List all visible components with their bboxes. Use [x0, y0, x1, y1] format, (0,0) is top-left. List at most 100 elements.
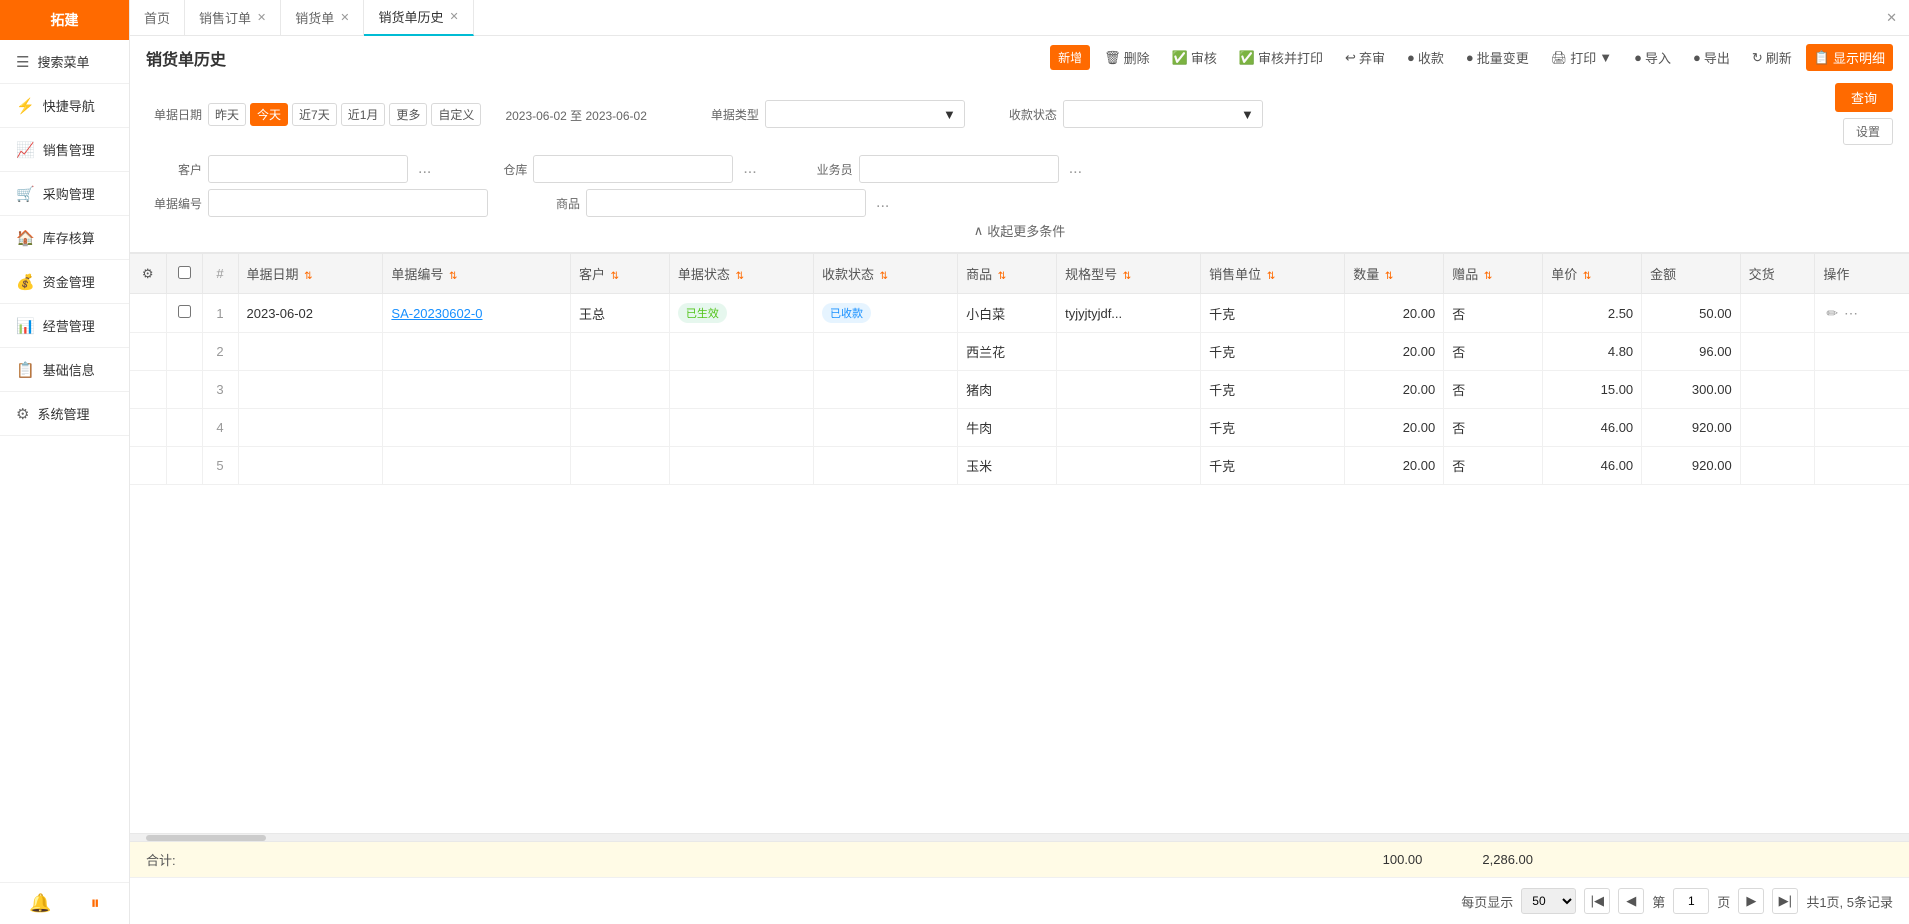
customer-input[interactable] [208, 155, 408, 183]
receive-icon: ● [1407, 50, 1415, 65]
page-last-button[interactable]: ▶| [1772, 888, 1798, 914]
page-next-button[interactable]: ▶ [1738, 888, 1764, 914]
sidebar-item-purchase-mgmt[interactable]: 🛒 采购管理 [0, 172, 129, 216]
th-spec[interactable]: 规格型号 ⇅ [1057, 254, 1201, 294]
table-row: 2 西兰花 千克 20.00 否 4.80 96.00 [130, 333, 1909, 371]
th-doc-status[interactable]: 单据状态 ⇅ [669, 254, 813, 294]
td-gift: 否 [1444, 371, 1543, 409]
td-transaction [1740, 333, 1815, 371]
date-btn-today[interactable]: 今天 [250, 103, 288, 126]
th-unit[interactable]: 销售单位 ⇅ [1201, 254, 1345, 294]
abandon-button[interactable]: ↩ 弃审 [1337, 44, 1393, 71]
td-pay-status [814, 447, 958, 485]
td-transaction [1740, 409, 1815, 447]
sidebar-item-search-menu[interactable]: ☰ 搜索菜单 [0, 40, 129, 84]
td-check[interactable] [166, 447, 202, 485]
doc-status-badge: 已生效 [678, 303, 727, 323]
td-gift: 否 [1444, 333, 1543, 371]
payment-status-select[interactable]: ▼ [1063, 100, 1263, 128]
doc-no-input[interactable] [208, 189, 488, 217]
th-gear[interactable]: ⚙ [130, 254, 166, 294]
td-qty: 20.00 [1345, 409, 1444, 447]
goods-input[interactable] [586, 189, 866, 217]
sidebar-item-finance[interactable]: 💰 资金管理 [0, 260, 129, 304]
sidebar-item-operations[interactable]: 📊 经营管理 [0, 304, 129, 348]
tab-sales-delivery[interactable]: 销货单 ✕ [281, 0, 364, 36]
print-button[interactable]: 🖨 打印 ▼ [1543, 44, 1620, 71]
th-qty[interactable]: 数量 ⇅ [1345, 254, 1444, 294]
td-check[interactable] [166, 371, 202, 409]
tab-close-sales-delivery[interactable]: ✕ [340, 11, 349, 24]
th-doc-no[interactable]: 单据编号 ⇅ [383, 254, 571, 294]
th-date[interactable]: 单据日期 ⇅ [238, 254, 383, 294]
date-btn-custom[interactable]: 自定义 [431, 103, 481, 126]
scroll-thumb[interactable] [146, 835, 266, 841]
per-page-select[interactable]: 50 100 200 [1521, 888, 1576, 914]
audit-print-button[interactable]: ✅ 审核并打印 [1231, 44, 1331, 71]
td-check[interactable] [166, 333, 202, 371]
import-button[interactable]: ● 导入 [1626, 44, 1679, 71]
doc-no-link[interactable]: SA-20230602-0 [391, 306, 482, 321]
th-customer[interactable]: 客户 ⇅ [570, 254, 669, 294]
sidebar-item-sys-admin[interactable]: ⚙ 系统管理 [0, 392, 129, 436]
query-button[interactable]: 查询 [1835, 83, 1893, 112]
delete-button[interactable]: 🗑 删除 [1096, 44, 1158, 71]
page-first-button[interactable]: |◀ [1584, 888, 1610, 914]
salesperson-input[interactable] [859, 155, 1059, 183]
goods-dots[interactable]: ... [872, 194, 893, 212]
warehouse-dots[interactable]: ... [739, 160, 760, 178]
select-all-checkbox[interactable] [178, 266, 191, 279]
th-check[interactable] [166, 254, 202, 294]
date-btn-yesterday[interactable]: 昨天 [208, 103, 246, 126]
more-icon[interactable]: ⋯ [1844, 305, 1858, 321]
refresh-button[interactable]: ↻ 刷新 [1744, 44, 1800, 71]
tab-sales-order[interactable]: 销售订单 ✕ [185, 0, 281, 36]
sidebar-item-sales-mgmt[interactable]: 📈 销售管理 [0, 128, 129, 172]
batch-change-button[interactable]: ● 批量变更 [1458, 44, 1537, 71]
notification-icon[interactable]: 🔔 [29, 893, 51, 914]
salesperson-dots[interactable]: ... [1065, 160, 1086, 178]
horizontal-scrollbar[interactable] [130, 833, 1909, 841]
td-check[interactable] [166, 294, 202, 333]
row-checkbox[interactable] [178, 305, 191, 318]
th-num: # [202, 254, 238, 294]
pause-icon[interactable]: ⏸ [91, 893, 100, 914]
sort-gift-icon: ⇅ [1484, 271, 1492, 282]
td-doc-no [383, 409, 571, 447]
settings-button[interactable]: 设置 [1843, 118, 1893, 145]
display-detail-button[interactable]: 📋 显示明细 [1806, 44, 1893, 71]
export-button[interactable]: ● 导出 [1685, 44, 1738, 71]
warehouse-input[interactable] [533, 155, 733, 183]
doc-type-select[interactable]: ▼ [765, 100, 965, 128]
receive-button[interactable]: ● 收款 [1399, 44, 1452, 71]
collapse-button[interactable]: ∧ 收起更多条件 [146, 217, 1893, 240]
date-btn-more[interactable]: 更多 [389, 103, 427, 126]
th-price[interactable]: 单价 ⇅ [1543, 254, 1642, 294]
tab-close-sales-history[interactable]: ✕ [450, 10, 459, 23]
salesperson-label: 业务员 [797, 161, 853, 178]
payment-status-label: 收款状态 [1001, 106, 1057, 123]
date-btn-1month[interactable]: 近1月 [341, 103, 386, 126]
filter-doc-no: 单据编号 [146, 189, 488, 217]
date-btn-7days[interactable]: 近7天 [292, 103, 337, 126]
td-gear [130, 371, 166, 409]
page-prev-button[interactable]: ◀ [1618, 888, 1644, 914]
tab-close-sales-order[interactable]: ✕ [257, 11, 266, 24]
sidebar-item-basic-info[interactable]: 📋 基础信息 [0, 348, 129, 392]
tab-home[interactable]: 首页 [130, 0, 185, 36]
sidebar-item-quick-nav[interactable]: ⚡ 快捷导航 [0, 84, 129, 128]
page-title: 销货单历史 [146, 46, 226, 70]
tabs-close-all[interactable]: ✕ [1886, 10, 1909, 26]
new-button[interactable]: 新增 [1050, 45, 1090, 70]
audit-button[interactable]: ✅ 审核 [1164, 44, 1225, 71]
edit-icon[interactable]: ✏ [1826, 305, 1838, 321]
th-goods[interactable]: 商品 ⇅ [958, 254, 1057, 294]
inventory-icon: 🏠 [16, 229, 35, 247]
customer-dots[interactable]: ... [414, 160, 435, 178]
tab-sales-history[interactable]: 销货单历史 ✕ [364, 0, 473, 36]
td-check[interactable] [166, 409, 202, 447]
sidebar-item-inventory[interactable]: 🏠 库存核算 [0, 216, 129, 260]
th-pay-status[interactable]: 收款状态 ⇅ [814, 254, 958, 294]
page-number-input[interactable] [1673, 888, 1709, 914]
th-gift[interactable]: 赠品 ⇅ [1444, 254, 1543, 294]
